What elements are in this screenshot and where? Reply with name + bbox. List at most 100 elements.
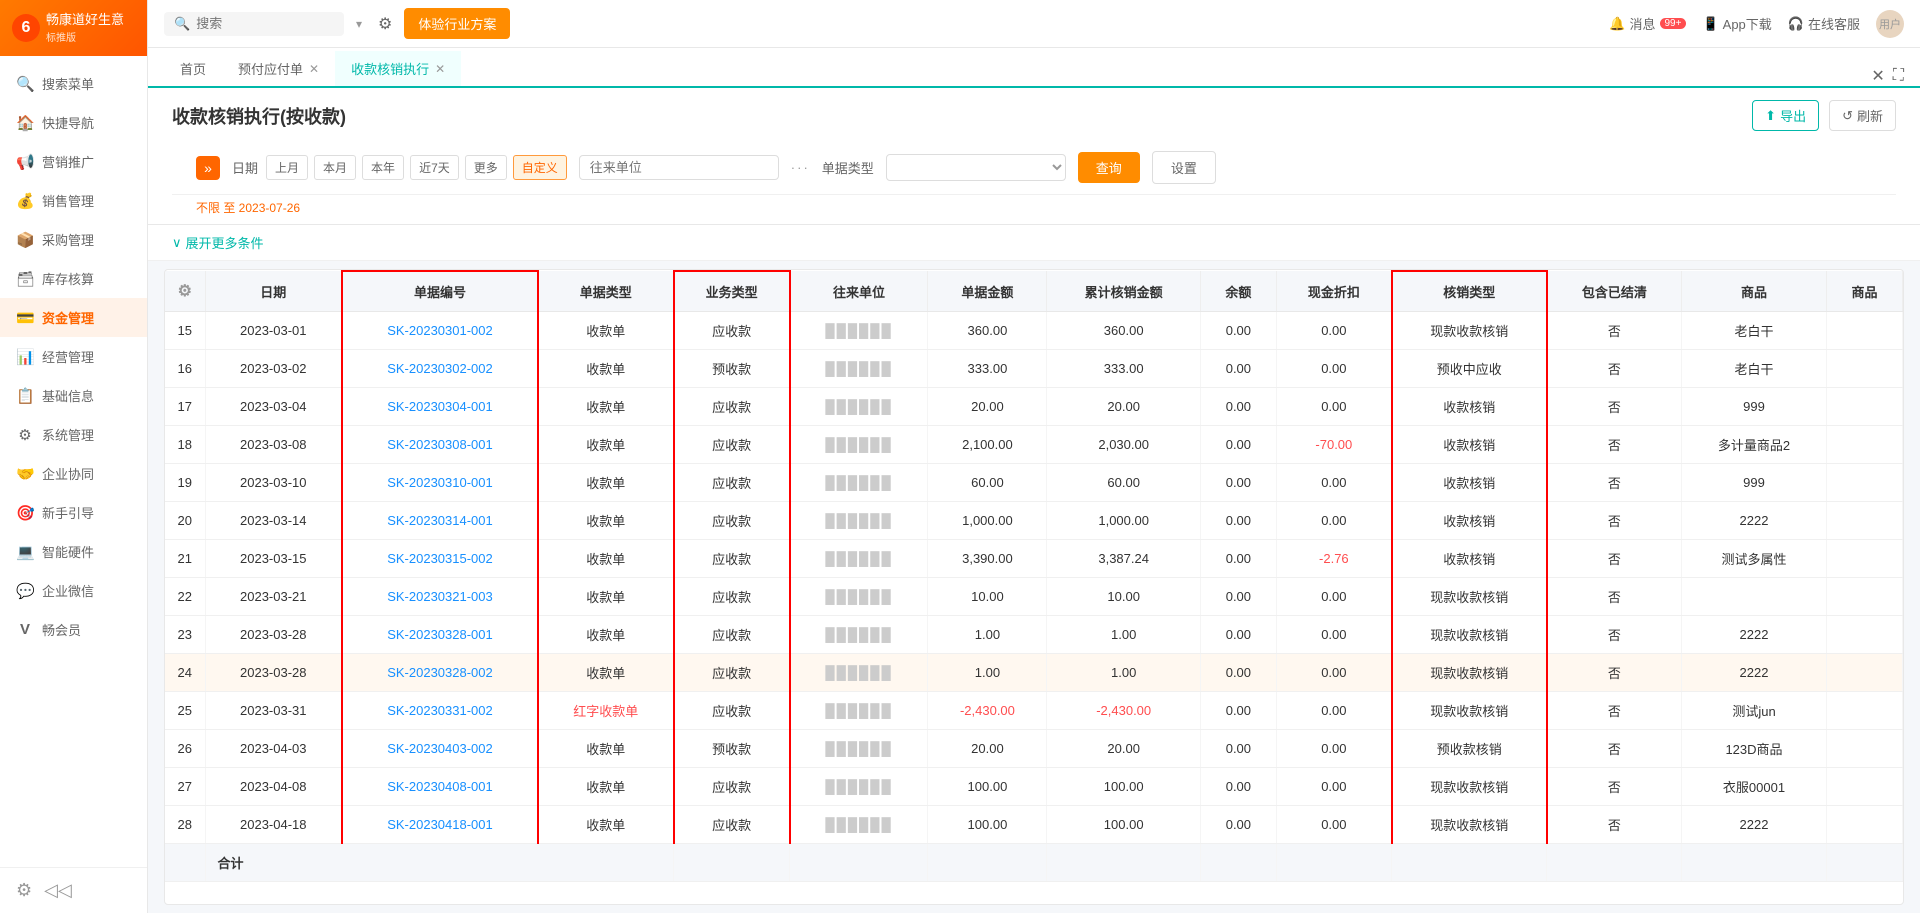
single-number-link[interactable]: SK-20230314-001	[387, 513, 493, 528]
single-number-link[interactable]: SK-20230408-001	[387, 779, 493, 794]
single-number-link[interactable]: SK-20230331-002	[387, 703, 493, 718]
dropdown-icon[interactable]: ▾	[356, 17, 362, 31]
table-row: 192023-03-10SK-20230310-001收款单应收款██████6…	[165, 464, 1903, 502]
sidebar-item-hardware[interactable]: 💻 智能硬件	[0, 532, 147, 571]
row-unit: ██████	[790, 692, 928, 730]
single-number-link[interactable]: SK-20230315-002	[387, 551, 493, 566]
single-number-link[interactable]: SK-20230304-001	[387, 399, 493, 414]
query-button[interactable]: 查询	[1078, 152, 1140, 183]
single-number-link[interactable]: SK-20230301-002	[387, 323, 493, 338]
tab-close-all-button[interactable]: ✕	[1871, 66, 1884, 86]
row-date: 2023-03-28	[205, 654, 342, 692]
tab-prepaid-close[interactable]: ✕	[309, 62, 319, 76]
row-product: 2222	[1682, 616, 1827, 654]
sidebar-item-label: 营销推广	[42, 152, 94, 171]
footer-amount	[928, 844, 1047, 882]
expand-more-conditions[interactable]: ∨ 展开更多条件	[148, 225, 1920, 261]
row-single-number[interactable]: SK-20230314-001	[342, 502, 538, 540]
single-number-link[interactable]: SK-20230328-002	[387, 665, 493, 680]
row-single-number[interactable]: SK-20230302-002	[342, 350, 538, 388]
th-product: 商品	[1682, 271, 1827, 312]
settings-footer-icon[interactable]: ⚙	[16, 880, 32, 901]
tab-home[interactable]: 首页	[164, 51, 222, 88]
messages-button[interactable]: 🔔 消息 99+	[1609, 14, 1686, 33]
row-num: 15	[165, 312, 205, 350]
sidebar-item-system[interactable]: ⚙ 系统管理	[0, 415, 147, 454]
target-icon: 🎯	[16, 504, 34, 522]
single-number-link[interactable]: SK-20230308-001	[387, 437, 493, 452]
tab-prepaid[interactable]: 预付应付单 ✕	[222, 51, 335, 88]
row-verify-amount: 360.00	[1047, 312, 1200, 350]
row-single-number[interactable]: SK-20230321-003	[342, 578, 538, 616]
single-number-link[interactable]: SK-20230310-001	[387, 475, 493, 490]
row-single-number[interactable]: SK-20230403-002	[342, 730, 538, 768]
sidebar-item-sales[interactable]: 💰 销售管理	[0, 181, 147, 220]
row-date: 2023-03-08	[205, 426, 342, 464]
th-settings[interactable]: ⚙	[165, 271, 205, 312]
footer-product	[1682, 844, 1827, 882]
sidebar-item-basic[interactable]: 📋 基础信息	[0, 376, 147, 415]
solution-button[interactable]: 体验行业方案	[404, 8, 510, 39]
row-single-number[interactable]: SK-20230331-002	[342, 692, 538, 730]
row-single-number[interactable]: SK-20230328-001	[342, 616, 538, 654]
date-btn-this-month[interactable]: 本月	[314, 155, 356, 180]
row-date: 2023-03-14	[205, 502, 342, 540]
app-download-button[interactable]: 📱 App下载	[1702, 14, 1771, 33]
user-avatar[interactable]: 用户	[1876, 10, 1904, 38]
single-number-link[interactable]: SK-20230321-003	[387, 589, 493, 604]
sidebar-item-quick-nav[interactable]: 🏠 快捷导航	[0, 103, 147, 142]
row-single-number[interactable]: SK-20230301-002	[342, 312, 538, 350]
single-number-link[interactable]: SK-20230418-001	[387, 817, 493, 832]
collapse-icon[interactable]: ◁◁	[44, 880, 72, 901]
refresh-button[interactable]: ↺ 刷新	[1829, 100, 1896, 131]
setting-button[interactable]: 设置	[1152, 151, 1216, 184]
service-button[interactable]: 🎧 在线客服	[1788, 14, 1860, 33]
row-verify-amount: -2,430.00	[1047, 692, 1200, 730]
date-btn-last-month[interactable]: 上月	[266, 155, 308, 180]
date-btn-this-year[interactable]: 本年	[362, 155, 404, 180]
sidebar-item-wechat[interactable]: 💬 企业微信	[0, 571, 147, 610]
row-single-number[interactable]: SK-20230315-002	[342, 540, 538, 578]
single-number-link[interactable]: SK-20230328-001	[387, 627, 493, 642]
row-single-number[interactable]: SK-20230310-001	[342, 464, 538, 502]
topbar-gear-icon[interactable]: ⚙	[378, 14, 392, 34]
single-number-link[interactable]: SK-20230403-002	[387, 741, 493, 756]
export-button[interactable]: ⬆ 导出	[1752, 100, 1819, 131]
row-single-number[interactable]: SK-20230418-001	[342, 806, 538, 844]
tab-verify[interactable]: 收款核销执行 ✕	[335, 51, 461, 88]
row-single-number[interactable]: SK-20230408-001	[342, 768, 538, 806]
sidebar-item-marketing[interactable]: 📢 营销推广	[0, 142, 147, 181]
sidebar-item-inventory[interactable]: 🗃 库存核算	[0, 259, 147, 298]
row-product2	[1826, 578, 1902, 616]
sidebar-item-finance[interactable]: 💳 资金管理	[0, 298, 147, 337]
filter-expand-button[interactable]: »	[196, 156, 220, 180]
date-btn-more[interactable]: 更多	[465, 155, 507, 180]
row-include-settled: 否	[1547, 768, 1682, 806]
sidebar-item-label: 智能硬件	[42, 542, 94, 561]
type-select[interactable]	[886, 154, 1066, 181]
sidebar-item-guide[interactable]: 🎯 新手引导	[0, 493, 147, 532]
unit-input[interactable]	[579, 155, 779, 180]
sidebar-item-member[interactable]: V 畅会员	[0, 610, 147, 649]
sidebar-item-search[interactable]: 🔍 搜索菜单	[0, 64, 147, 103]
single-number-link[interactable]: SK-20230302-002	[387, 361, 493, 376]
date-btn-7days[interactable]: 近7天	[410, 155, 459, 180]
date-btn-custom[interactable]: 自定义	[513, 155, 567, 180]
column-settings-icon[interactable]: ⚙	[178, 283, 192, 300]
sidebar-item-operations[interactable]: 📊 经营管理	[0, 337, 147, 376]
row-product2	[1826, 616, 1902, 654]
row-unit: ██████	[790, 426, 928, 464]
row-single-number[interactable]: SK-20230308-001	[342, 426, 538, 464]
date-label: 日期	[232, 158, 258, 177]
row-single-number[interactable]: SK-20230328-002	[342, 654, 538, 692]
tab-expand-button[interactable]: ⛶	[1893, 67, 1904, 85]
sidebar-item-enterprise[interactable]: 🤝 企业协同	[0, 454, 147, 493]
row-single-type: 收款单	[538, 388, 674, 426]
tab-verify-close[interactable]: ✕	[435, 62, 445, 76]
row-date: 2023-03-15	[205, 540, 342, 578]
sidebar-item-purchase[interactable]: 📦 采购管理	[0, 220, 147, 259]
row-single-number[interactable]: SK-20230304-001	[342, 388, 538, 426]
money-icon: 💰	[16, 192, 34, 210]
search-input[interactable]	[196, 16, 336, 31]
th-amount: 单据金额	[928, 271, 1047, 312]
